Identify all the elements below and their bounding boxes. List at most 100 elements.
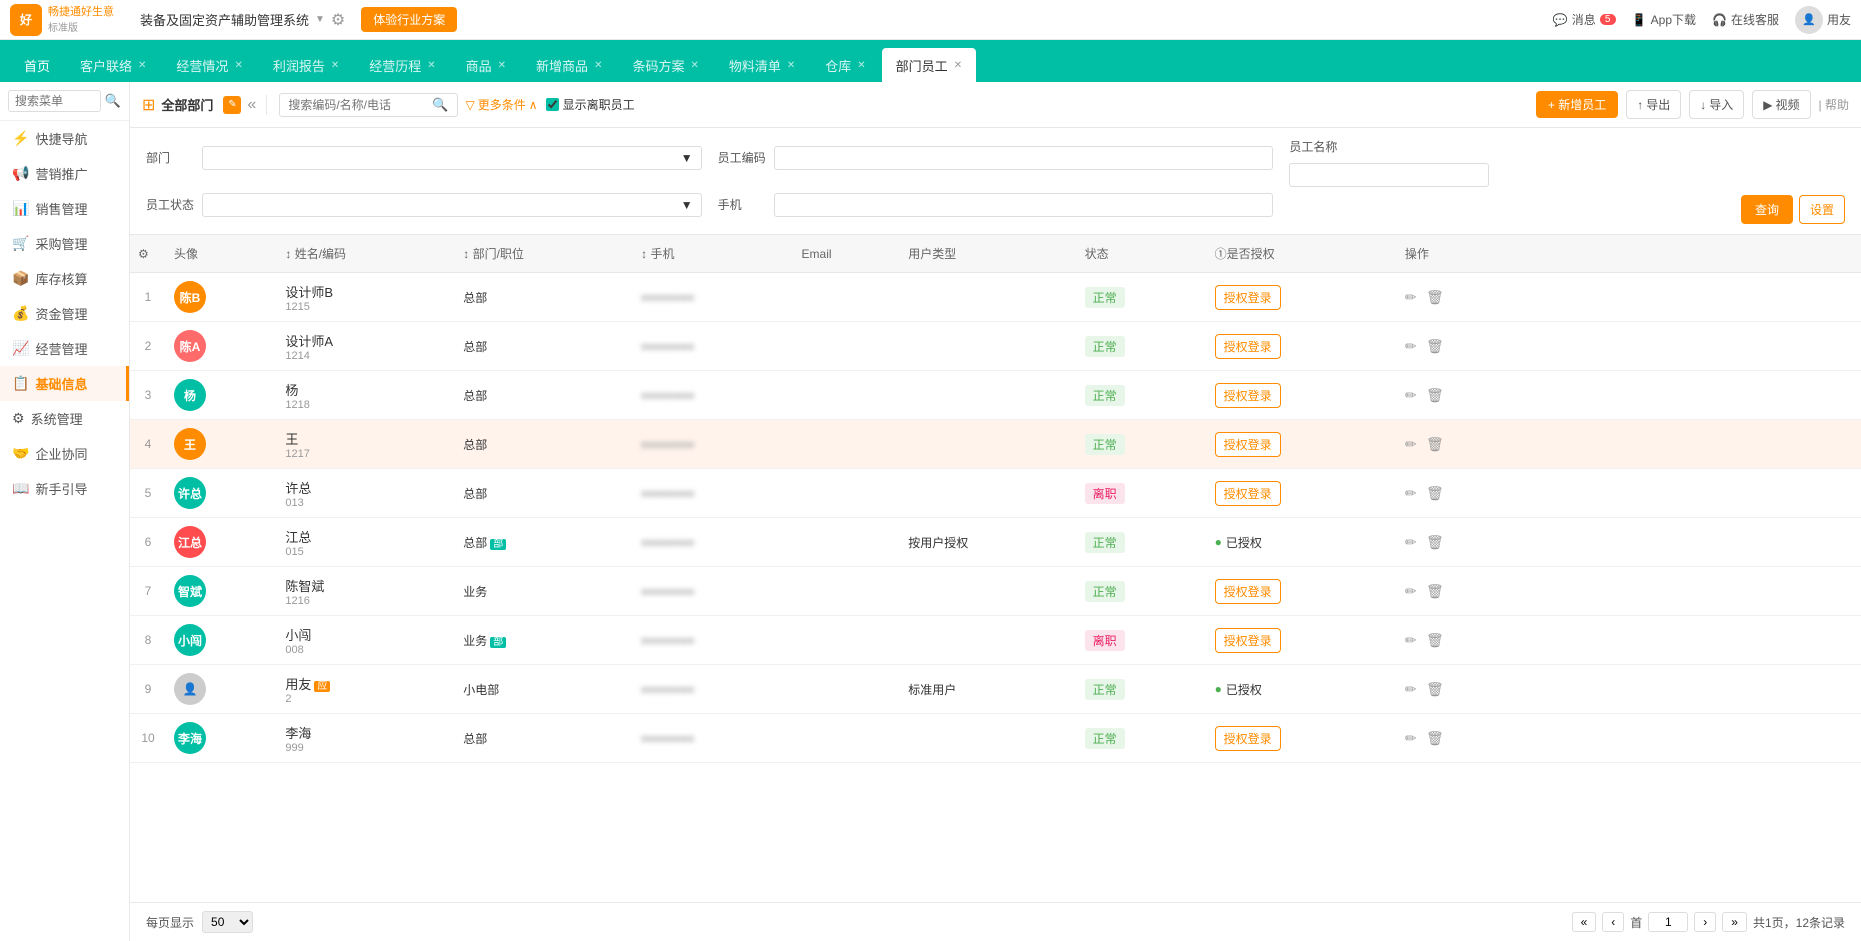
tab-new-goods[interactable]: 新增商品 ✕	[522, 48, 616, 82]
sidebar-search-input[interactable]	[8, 90, 101, 112]
edit-button[interactable]: ✏	[1405, 338, 1417, 354]
sidebar-item-system[interactable]: ⚙ 系统管理	[0, 401, 129, 436]
sidebar-item-cooperation[interactable]: 🤝 企业协同	[0, 436, 129, 471]
query-button[interactable]: 查询	[1741, 195, 1793, 224]
edit-button[interactable]: ✏	[1405, 436, 1417, 452]
row-avatar: 小闯	[166, 616, 277, 665]
auth-login-button[interactable]: 授权登录	[1215, 334, 1281, 359]
delete-button[interactable]: 🗑	[1426, 387, 1444, 403]
sidebar-item-purchase[interactable]: 🛒 采购管理	[0, 226, 129, 261]
close-icon[interactable]: ✕	[857, 60, 865, 71]
edit-button[interactable]: ✏	[1405, 485, 1417, 501]
sidebar-item-finance[interactable]: 💰 资金管理	[0, 296, 129, 331]
tab-barcode[interactable]: 条码方案 ✕	[618, 48, 712, 82]
next-page-button[interactable]: ›	[1694, 912, 1716, 932]
last-page-button[interactable]: »	[1722, 912, 1747, 932]
import-button[interactable]: ↓ 导入	[1689, 90, 1744, 119]
tab-history[interactable]: 经营历程 ✕	[355, 48, 449, 82]
auth-login-button[interactable]: 授权登录	[1215, 481, 1281, 506]
delete-button[interactable]: 🗑	[1426, 583, 1444, 599]
close-icon[interactable]: ✕	[234, 60, 242, 71]
tab-business[interactable]: 经营情况 ✕	[162, 48, 256, 82]
sidebar-item-guide[interactable]: 📖 新手引导	[0, 471, 129, 506]
sidebar-item-marketing[interactable]: 📢 营销推广	[0, 156, 129, 191]
auth-login-button[interactable]: 授权登录	[1215, 726, 1281, 751]
delete-button[interactable]: 🗑	[1426, 485, 1444, 501]
auth-login-button[interactable]: 授权登录	[1215, 628, 1281, 653]
collapse-icon[interactable]: «	[247, 96, 256, 114]
page-number-input[interactable]	[1648, 912, 1688, 932]
close-icon[interactable]: ✕	[594, 60, 602, 71]
auth-login-button[interactable]: 授权登录	[1215, 432, 1281, 457]
col-dept[interactable]: ↕ 部门/职位	[455, 235, 633, 273]
tab-warehouse[interactable]: 仓库 ✕	[811, 48, 879, 82]
auth-login-button[interactable]: 授权登录	[1215, 383, 1281, 408]
emp-code-input[interactable]	[774, 146, 1274, 170]
close-icon[interactable]: ✕	[427, 60, 435, 71]
edit-button[interactable]: ✏	[1405, 681, 1417, 697]
delete-button[interactable]: 🗑	[1426, 730, 1444, 746]
view-button[interactable]: ▶ 视频	[1752, 90, 1810, 119]
edit-button[interactable]: ✏	[1405, 632, 1417, 648]
tab-home[interactable]: 首页	[10, 48, 64, 82]
add-employee-button[interactable]: + 新增员工	[1536, 91, 1618, 118]
prev-page-button[interactable]: ‹	[1602, 912, 1624, 932]
delete-button[interactable]: 🗑	[1426, 436, 1444, 452]
close-icon[interactable]: ✕	[787, 60, 795, 71]
sidebar-item-operation[interactable]: 📈 经营管理	[0, 331, 129, 366]
emp-name-input[interactable]	[1289, 163, 1489, 187]
tab-customer[interactable]: 客户联络 ✕	[66, 48, 160, 82]
close-icon[interactable]: ✕	[138, 60, 146, 71]
delete-button[interactable]: 🗑	[1426, 534, 1444, 550]
gear-icon[interactable]: ⚙	[331, 10, 345, 30]
delete-button[interactable]: 🗑	[1426, 632, 1444, 648]
delete-button[interactable]: 🗑	[1426, 289, 1444, 305]
col-settings[interactable]: ⚙	[130, 235, 166, 273]
edit-button[interactable]: ✏	[1405, 289, 1417, 305]
edit-button[interactable]: ✏	[1405, 730, 1417, 746]
per-page-select[interactable]: 50 100	[202, 911, 253, 933]
edit-button[interactable]: ✏	[1405, 534, 1417, 550]
row-avatar: 陈B	[166, 273, 277, 322]
close-icon[interactable]: ✕	[498, 60, 506, 71]
sidebar-item-sales[interactable]: 📊 销售管理	[0, 191, 129, 226]
auth-login-button[interactable]: 授权登录	[1215, 285, 1281, 310]
search-input[interactable]	[288, 98, 428, 112]
tab-bom[interactable]: 物料清单 ✕	[715, 48, 809, 82]
col-phone[interactable]: ↕ 手机	[633, 235, 793, 273]
auth-login-button[interactable]: 授权登录	[1215, 579, 1281, 604]
delete-button[interactable]: 🗑	[1426, 681, 1444, 697]
online-service-btn[interactable]: 🎧 在线客服	[1712, 11, 1779, 28]
trial-button[interactable]: 体验行业方案	[361, 7, 457, 32]
dropdown-arrow-icon[interactable]: ▼	[315, 14, 325, 25]
edit-button[interactable]: ✏	[1405, 583, 1417, 599]
sidebar-item-inventory[interactable]: 📦 库存核算	[0, 261, 129, 296]
system-title: 装备及固定资产辅助管理系统 ▼ ⚙ 体验行业方案	[140, 7, 1553, 32]
close-icon[interactable]: ✕	[690, 60, 698, 71]
dept-filter-select[interactable]: ▼	[202, 146, 702, 170]
col-name[interactable]: ↕ 姓名/编码	[277, 235, 455, 273]
message-btn[interactable]: 💬 消息 5	[1553, 11, 1616, 28]
export-button[interactable]: ↑ 导出	[1626, 90, 1681, 119]
close-icon[interactable]: ✕	[954, 60, 962, 71]
user-menu[interactable]: 👤 用友	[1795, 6, 1851, 34]
sidebar-item-basic-info[interactable]: 📋 基础信息	[0, 366, 129, 401]
emp-status-select[interactable]: ▼	[202, 193, 702, 217]
more-filter-button[interactable]: ▽ 更多条件 ∧	[466, 96, 538, 113]
sidebar-item-quicknav[interactable]: ⚡ 快捷导航	[0, 121, 129, 156]
show-resigned-checkbox[interactable]	[546, 98, 559, 111]
show-resigned-label[interactable]: 显示离职员工	[546, 96, 635, 113]
first-page-button[interactable]: «	[1572, 912, 1597, 932]
dept-edit-button[interactable]: ✎	[223, 96, 241, 114]
delete-button[interactable]: 🗑	[1426, 338, 1444, 354]
app-download-btn[interactable]: 📱 App下载	[1632, 11, 1696, 28]
all-dept-label[interactable]: 全部部门	[161, 95, 213, 114]
tab-department-employee[interactable]: 部门员工 ✕	[882, 48, 976, 82]
tab-profit[interactable]: 利润报告 ✕	[259, 48, 353, 82]
close-icon[interactable]: ✕	[331, 60, 339, 71]
edit-button[interactable]: ✏	[1405, 387, 1417, 403]
tab-goods[interactable]: 商品 ✕	[452, 48, 520, 82]
help-button[interactable]: | 帮助	[1819, 96, 1849, 113]
phone-input[interactable]	[774, 193, 1274, 217]
set-button[interactable]: 设置	[1799, 195, 1845, 224]
